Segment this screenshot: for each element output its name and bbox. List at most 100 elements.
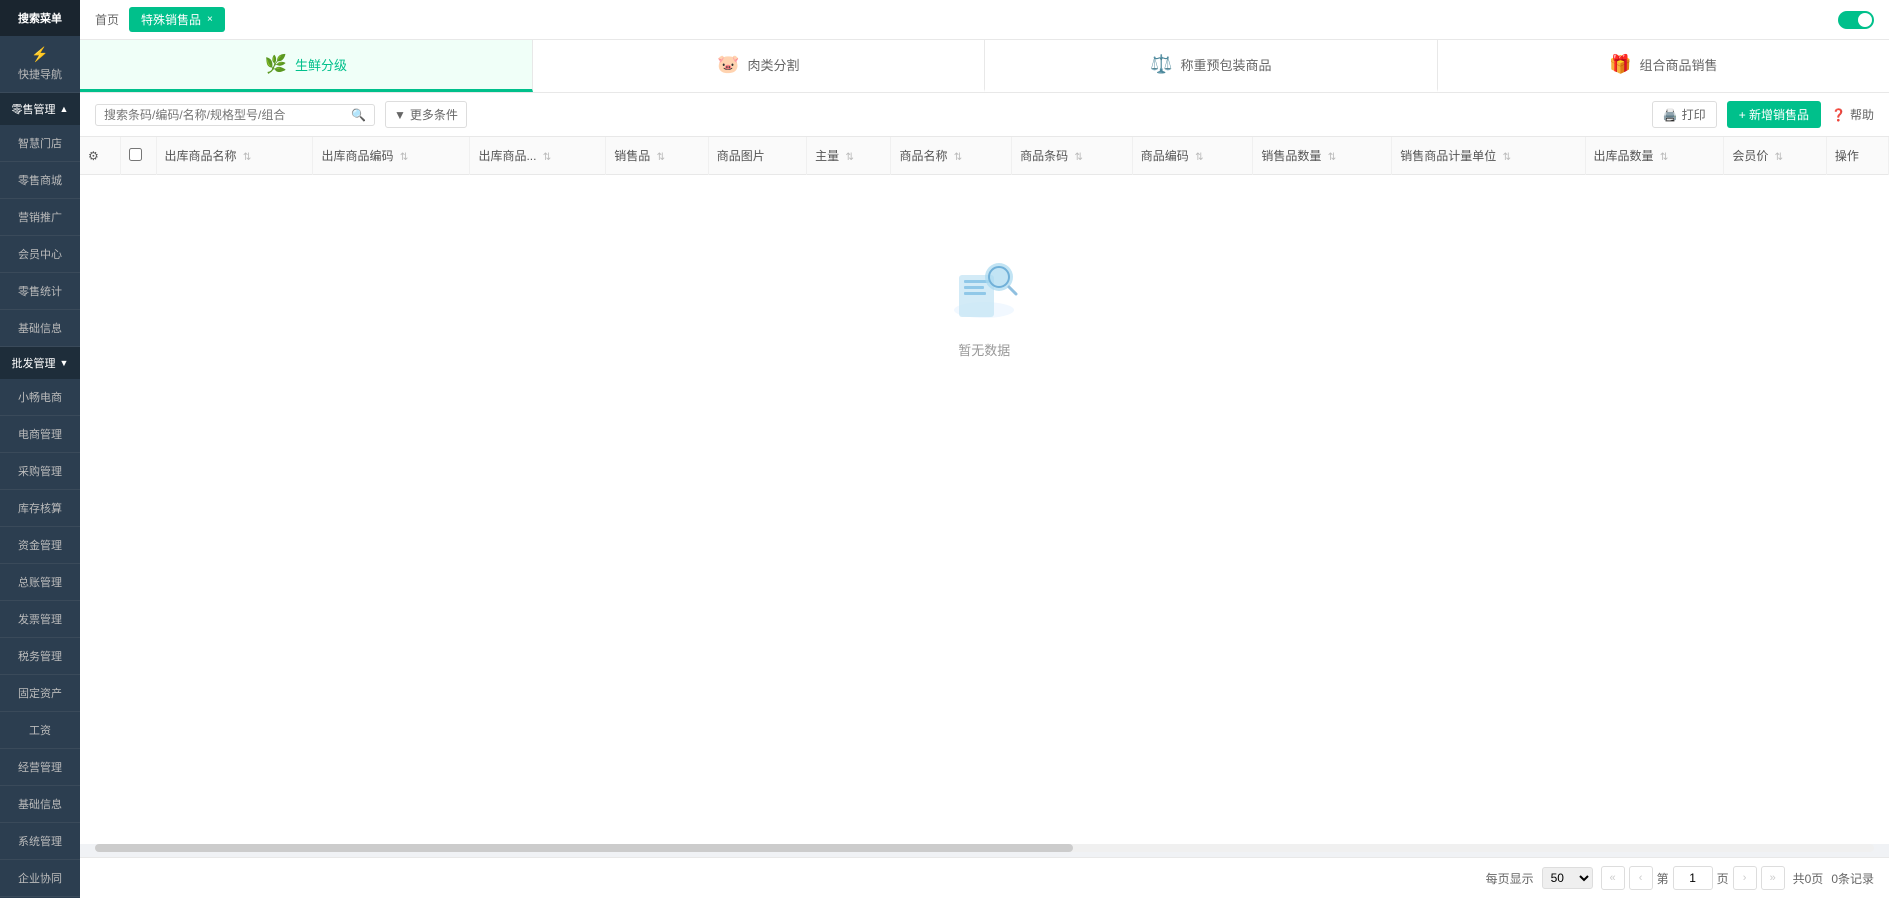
th-weight[interactable]: 主量 ⇅ [807, 137, 891, 175]
sidebar-item-smart-store[interactable]: 智慧门店 [0, 125, 80, 162]
topbar-toggle[interactable] [1838, 11, 1874, 29]
total-records-label: 0条记录 [1831, 870, 1874, 887]
meat-cut-icon: 🐷 [717, 54, 739, 75]
th-sku[interactable]: 商品编码 ⇅ [1132, 137, 1253, 175]
horizontal-scrollbar[interactable] [95, 844, 1874, 852]
th-check[interactable] [120, 137, 156, 175]
th-out-code[interactable]: 出库商品编码 ⇅ [313, 137, 470, 175]
sidebar-item-operation-mgmt[interactable]: 经营管理 [0, 749, 80, 786]
sort-arrows: ⇅ [1503, 152, 1511, 163]
wholesale-mgmt-arrow: ▼ [60, 358, 69, 368]
sort-arrows: ⇅ [243, 152, 251, 163]
sidebar-item-system-mgmt[interactable]: 系统管理 [0, 823, 80, 860]
empty-state: 暂无数据 [80, 175, 1889, 439]
th-gear[interactable]: ⚙ [80, 137, 120, 175]
sidebar-item-mini-ecom[interactable]: 小畅电商 [0, 379, 80, 416]
search-icon[interactable]: 🔍 [351, 108, 366, 122]
sidebar-item-enterprise[interactable]: 企业协同 [0, 860, 80, 897]
sidebar-item-quick-nav[interactable]: ⚡ 快捷导航 [0, 36, 80, 93]
sidebar-item-tax[interactable]: 税务管理 [0, 638, 80, 675]
add-sale-button[interactable]: + 新增销售品 [1727, 101, 1821, 128]
per-page-label: 每页显示 [1486, 870, 1534, 887]
first-page-button[interactable]: « [1601, 866, 1625, 890]
fixed-assets-label: 固定资产 [18, 685, 62, 701]
sidebar-item-basic-info[interactable]: 基础信息 [0, 310, 80, 347]
type-tabs-row: 🌿 生鲜分级 🐷 肉类分割 ⚖️ 称重预包装商品 🎁 组合商品销售 [80, 40, 1889, 93]
th-name[interactable]: 商品名称 ⇅ [891, 137, 1012, 175]
sidebar-retail-mgmt-header[interactable]: 零售管理 ▲ [0, 93, 80, 125]
sidebar-item-finance[interactable]: 资金管理 [0, 527, 80, 564]
filter-label: 更多条件 [410, 106, 458, 123]
page-input[interactable] [1673, 866, 1713, 890]
print-icon: 🖨️ [1663, 108, 1678, 122]
search-box[interactable]: 🔍 [95, 104, 375, 126]
sidebar-item-retail-mall[interactable]: 零售商城 [0, 162, 80, 199]
th-out-spec[interactable]: 出库商品... ⇅ [470, 137, 606, 175]
th-out-name[interactable]: 出库商品名称 ⇅ [156, 137, 313, 175]
sort-arrows: ⇅ [400, 152, 408, 163]
sidebar-item-member[interactable]: 会员中心 [0, 236, 80, 273]
prev-page-button[interactable]: ‹ [1629, 866, 1653, 890]
th-sale-item[interactable]: 销售品 ⇅ [606, 137, 709, 175]
topbar-home-link[interactable]: 首页 [95, 11, 119, 28]
main-area: 首页 特殊销售品 × 🌿 生鲜分级 🐷 肉类分割 ⚖️ 称重预包装商品 [80, 0, 1889, 898]
filter-icon: ▼ [394, 108, 406, 122]
th-sale-unit[interactable]: 销售商品计量单位 ⇅ [1392, 137, 1585, 175]
last-page-button[interactable]: » [1761, 866, 1785, 890]
fresh-grade-label: 生鲜分级 [295, 55, 347, 74]
tab-combo[interactable]: 🎁 组合商品销售 [1438, 40, 1889, 92]
page-nav: « ‹ 第 页 › » [1601, 866, 1785, 890]
help-button[interactable]: ❓ 帮助 [1831, 106, 1874, 123]
th-barcode[interactable]: 商品条码 ⇅ [1012, 137, 1133, 175]
sidebar-item-purchase-mgmt[interactable]: 采购管理 [0, 453, 80, 490]
basic-info2-label: 基础信息 [18, 796, 62, 812]
inventory-label: 库存核算 [18, 500, 62, 516]
sidebar-item-marketing[interactable]: 营销推广 [0, 199, 80, 236]
next-page-button[interactable]: › [1733, 866, 1757, 890]
search-input[interactable] [104, 108, 346, 122]
wholesale-mgmt-label: 批发管理 [12, 355, 56, 371]
total-pages-label: 共0页 [1793, 870, 1824, 887]
combo-label: 组合商品销售 [1639, 55, 1717, 74]
scrollbar-thumb[interactable] [95, 844, 1073, 852]
th-member-price[interactable]: 会员价 ⇅ [1724, 137, 1827, 175]
th-action: 操作 [1826, 137, 1888, 175]
per-page-select[interactable]: 50 10 20 100 [1542, 867, 1593, 889]
system-mgmt-label: 系统管理 [18, 833, 62, 849]
meat-cut-label: 肉类分割 [747, 55, 799, 74]
sidebar-item-fixed-assets[interactable]: 固定资产 [0, 675, 80, 712]
sidebar-item-retail-stats[interactable]: 零售统计 [0, 273, 80, 310]
member-label: 会员中心 [18, 246, 62, 262]
sidebar-item-basic-info2[interactable]: 基础信息 [0, 786, 80, 823]
topbar-tab-label: 特殊销售品 [141, 11, 201, 28]
sidebar-item-inventory[interactable]: 库存核算 [0, 490, 80, 527]
retail-mall-label: 零售商城 [18, 172, 62, 188]
sidebar-wholesale-mgmt-header[interactable]: 批发管理 ▼ [0, 347, 80, 379]
sort-arrows: ⇅ [954, 152, 962, 163]
sidebar-item-label: 快捷导航 [18, 66, 62, 82]
toolbar: 🔍 ▼ 更多条件 🖨️ 打印 + 新增销售品 ❓ 帮助 [80, 93, 1889, 137]
tab-weight-pack[interactable]: ⚖️ 称重预包装商品 [985, 40, 1438, 92]
sidebar-item-invoice[interactable]: 发票管理 [0, 601, 80, 638]
table-body: 暂无数据 [80, 175, 1889, 440]
sidebar-item-ecom-mgmt[interactable]: 电商管理 [0, 416, 80, 453]
sidebar-item-salary[interactable]: 工资 [0, 712, 80, 749]
sidebar-logo[interactable]: 搜索菜单 [0, 0, 80, 36]
print-button[interactable]: 🖨️ 打印 [1652, 101, 1717, 128]
weight-pack-icon: ⚖️ [1150, 54, 1172, 75]
sidebar-item-general-ledger[interactable]: 总账管理 [0, 564, 80, 601]
sort-arrows: ⇅ [1195, 152, 1203, 163]
topbar-tab-close[interactable]: × [207, 14, 213, 25]
th-out-qty[interactable]: 出库品数量 ⇅ [1585, 137, 1724, 175]
smart-store-label: 智慧门店 [18, 135, 62, 151]
tab-meat-cut[interactable]: 🐷 肉类分割 [533, 40, 986, 92]
th-img[interactable]: 商品图片 [708, 137, 806, 175]
sidebar: 搜索菜单 ⚡ 快捷导航 零售管理 ▲ 智慧门店 零售商城 营销推广 会员中心 零… [0, 0, 80, 898]
topbar-active-tab[interactable]: 特殊销售品 × [129, 7, 225, 32]
purchase-mgmt-label: 采购管理 [18, 463, 62, 479]
th-sale-qty[interactable]: 销售品数量 ⇅ [1253, 137, 1392, 175]
tab-fresh-grade[interactable]: 🌿 生鲜分级 [80, 40, 533, 92]
table-container: ⚙ 出库商品名称 ⇅ 出库商品编码 ⇅ [80, 137, 1889, 844]
filter-button[interactable]: ▼ 更多条件 [385, 101, 467, 128]
select-all-checkbox[interactable] [129, 148, 142, 161]
